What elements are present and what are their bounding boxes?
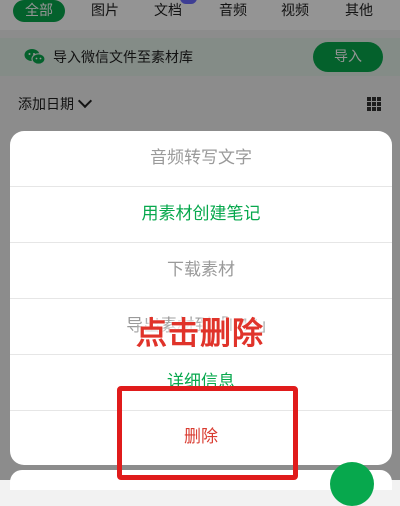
- create-note-option[interactable]: 用素材创建笔记: [10, 187, 392, 243]
- tutorial-annotation: 点击删除: [136, 316, 264, 352]
- transcribe-audio-option: 音频转写文字: [10, 131, 392, 187]
- highlight-box: [117, 386, 298, 480]
- floating-action-button[interactable]: [330, 462, 374, 506]
- download-option: 下载素材: [10, 243, 392, 299]
